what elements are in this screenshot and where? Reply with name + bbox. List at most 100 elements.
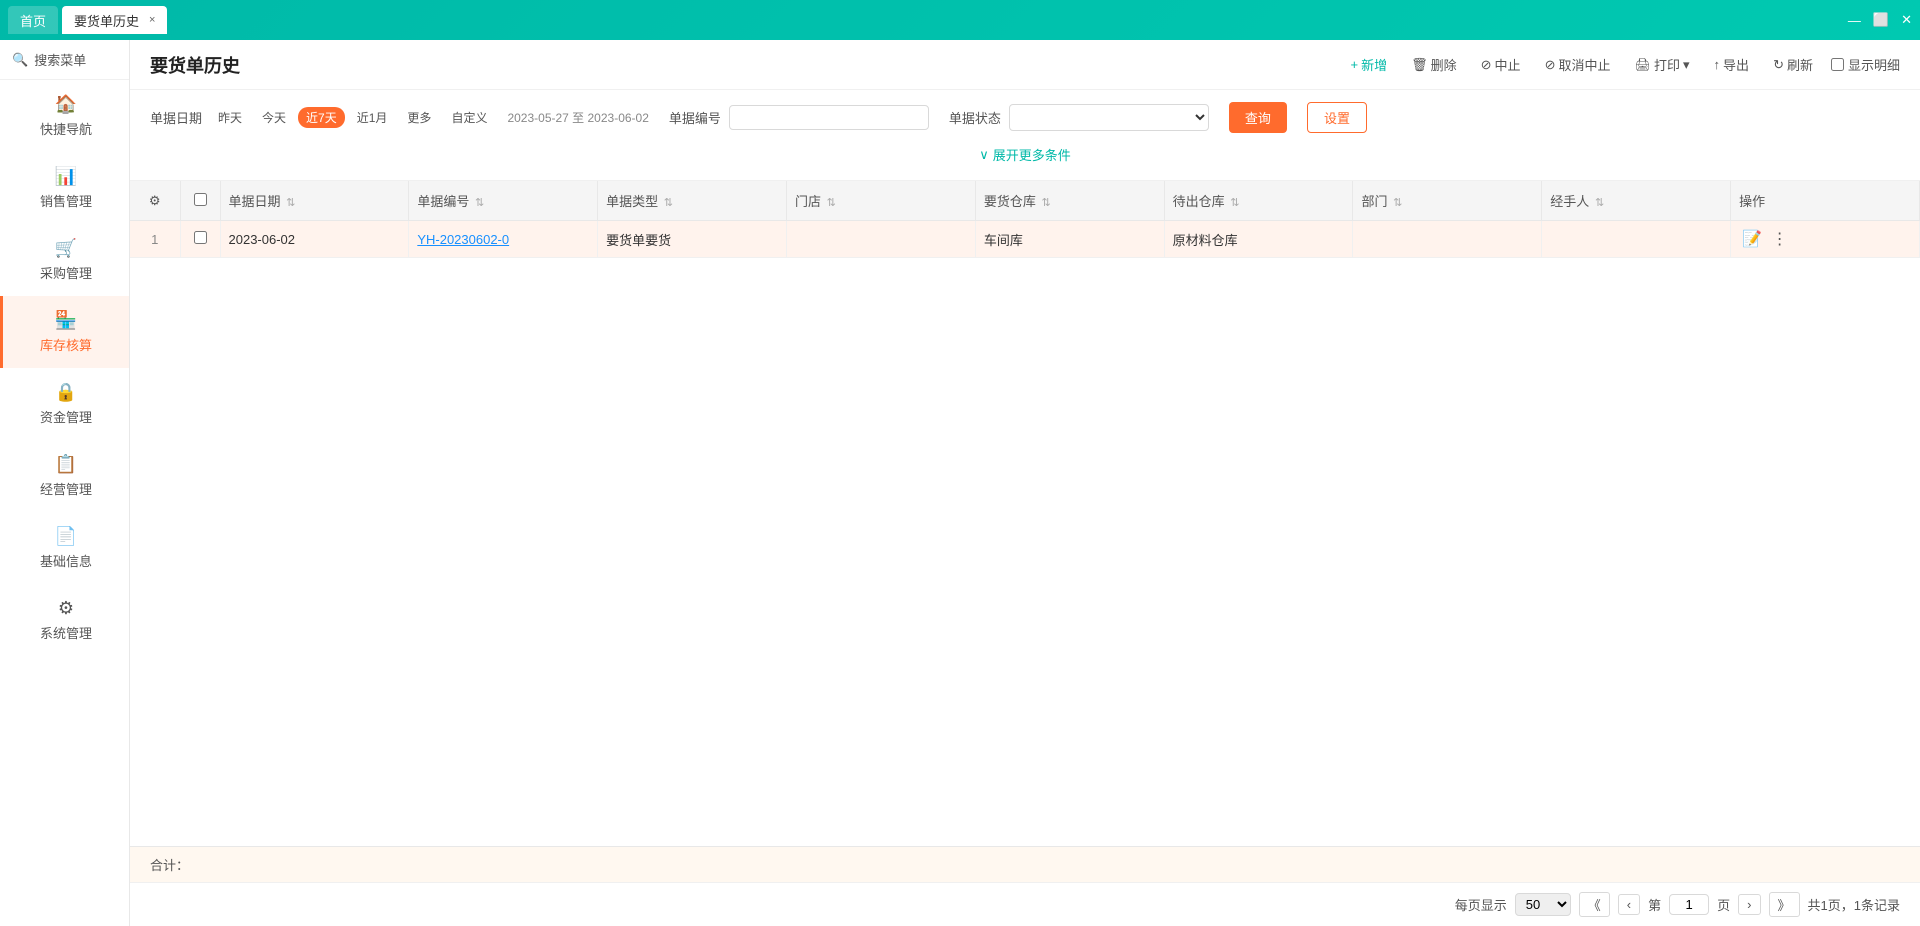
next-page-button[interactable]: › (1738, 894, 1760, 915)
date-btn-1month[interactable]: 近1月 (349, 107, 396, 128)
row-more-icon[interactable]: ⋮ (1772, 231, 1788, 248)
tab-home[interactable]: 首页 (8, 6, 58, 34)
row-pending-warehouse: 原材料仓库 (1164, 221, 1353, 258)
th-settings[interactable]: ⚙ (130, 181, 180, 221)
th-number[interactable]: 单据编号 ⇅ (409, 181, 598, 221)
minimize-icon[interactable]: — (1848, 13, 1861, 28)
th-req-warehouse[interactable]: 要货仓库 ⇅ (975, 181, 1164, 221)
row-edit-icon[interactable]: 📝 (1742, 231, 1762, 248)
expand-more-btn[interactable]: ∨ 展开更多条件 (150, 141, 1900, 168)
row-handler (1542, 221, 1731, 258)
sidebar-item-quick-nav-label: 快捷导航 (40, 119, 92, 138)
th-handler-label: 经手人 (1550, 194, 1589, 209)
main-layout: 🔍 搜索菜单 🏠 快捷导航 📊 销售管理 🛒 采购管理 🏪 库存核算 🔒 资金管… (0, 40, 1920, 926)
row-checkbox (180, 221, 220, 258)
th-type[interactable]: 单据类型 ⇅ (598, 181, 787, 221)
pagination: 每页显示 10 20 50 100 《 ‹ 第 页 › 》 共1页，1条记录 (130, 882, 1920, 926)
maximize-icon[interactable]: ⬜ (1873, 12, 1889, 28)
stop-label: 中止 (1495, 55, 1521, 74)
export-label: 导出 (1723, 55, 1749, 74)
date-btn-custom[interactable]: 自定义 (443, 107, 495, 128)
page-size-select[interactable]: 10 20 50 100 (1515, 893, 1571, 916)
display-detail-checkbox[interactable] (1831, 58, 1844, 71)
tab-close-icon[interactable]: × (149, 14, 155, 26)
sort-store-icon: ⇅ (827, 197, 836, 209)
filter-area: 单据日期 昨天 今天 近7天 近1月 更多 自定义 2023-05-27 至 2… (130, 90, 1920, 181)
new-button[interactable]: + 新增 (1345, 51, 1394, 78)
doc-icon: 📄 (55, 526, 77, 547)
sort-handler-icon: ⇅ (1595, 197, 1604, 209)
display-detail-toggle[interactable]: 显示明细 (1831, 55, 1900, 74)
cancel-stop-button[interactable]: ⊘ 取消中止 (1539, 51, 1617, 78)
prev-page-button[interactable]: ‹ (1618, 894, 1640, 915)
sort-department-icon: ⇅ (1393, 197, 1402, 209)
total-info: 共1页，1条记录 (1808, 895, 1900, 914)
settings-button[interactable]: 设置 (1307, 102, 1367, 133)
th-department-label: 部门 (1361, 194, 1387, 209)
first-page-button[interactable]: 《 (1579, 892, 1610, 917)
close-icon[interactable]: ✕ (1901, 12, 1912, 28)
print-button[interactable]: 🖨 打印 ▾ (1628, 51, 1695, 78)
delete-button[interactable]: 🗑 删除 (1405, 51, 1463, 78)
th-handler[interactable]: 经手人 ⇅ (1542, 181, 1731, 221)
date-options: 昨天 今天 近7天 近1月 更多 自定义 (210, 107, 495, 128)
doc-number-label: 单据编号 (669, 108, 721, 127)
th-store[interactable]: 门店 ⇅ (786, 181, 975, 221)
refresh-button[interactable]: ↻ 刷新 (1767, 51, 1819, 78)
doc-status-select[interactable] (1009, 104, 1209, 131)
doc-status-filter-group: 单据状态 (949, 104, 1209, 131)
sidebar-item-purchase-label: 采购管理 (40, 263, 92, 282)
last-page-button[interactable]: 》 (1769, 892, 1800, 917)
export-button[interactable]: ↑ 导出 (1708, 51, 1756, 78)
print-icon: 🖨 (1634, 57, 1651, 73)
delete-icon: 🗑 (1411, 57, 1428, 73)
window-controls: — ⬜ ✕ (1848, 12, 1912, 28)
sort-pending-warehouse-icon: ⇅ (1230, 197, 1239, 209)
display-detail-label: 显示明细 (1848, 55, 1900, 74)
row-number-link[interactable]: YH-20230602-0 (417, 232, 509, 247)
sidebar-item-quick-nav[interactable]: 🏠 快捷导航 (0, 80, 129, 152)
sidebar-item-finance-label: 资金管理 (40, 407, 92, 426)
date-btn-yesterday[interactable]: 昨天 (210, 107, 250, 128)
select-all-checkbox[interactable] (194, 193, 207, 206)
sidebar-item-operations-label: 经营管理 (40, 479, 92, 498)
tab-requisition-history[interactable]: 要货单历史 × (62, 6, 167, 34)
cancel-stop-icon: ⊘ (1545, 57, 1556, 73)
page-title: 要货单历史 (150, 52, 1345, 78)
table-header-row: ⚙ 单据日期 ⇅ 单据编号 ⇅ (130, 181, 1920, 221)
home-icon: 🏠 (55, 94, 77, 115)
page-size-label: 每页显示 (1455, 895, 1507, 914)
query-button[interactable]: 查询 (1229, 102, 1287, 133)
th-number-label: 单据编号 (417, 194, 469, 209)
expand-more-label: 展开更多条件 (993, 145, 1071, 164)
content-area: 要货单历史 + 新增 🗑 删除 ⊘ 中止 ⊘ 取消中止 (130, 40, 1920, 926)
sidebar-item-sales[interactable]: 📊 销售管理 (0, 152, 129, 224)
doc-number-input[interactable] (729, 105, 929, 130)
sidebar-item-inventory[interactable]: 🏪 库存核算 (0, 296, 129, 368)
sidebar-item-purchase[interactable]: 🛒 采购管理 (0, 224, 129, 296)
table-container: ⚙ 单据日期 ⇅ 单据编号 ⇅ (130, 181, 1920, 846)
date-btn-today[interactable]: 今天 (254, 107, 294, 128)
cancel-stop-label: 取消中止 (1558, 55, 1610, 74)
page-label: 页 (1717, 895, 1730, 914)
sidebar-search-label: 搜索菜单 (34, 50, 86, 69)
date-btn-7days[interactable]: 近7天 (298, 107, 345, 128)
clipboard-icon: 📋 (55, 454, 77, 475)
sidebar-item-operations[interactable]: 📋 经营管理 (0, 440, 129, 512)
sidebar-item-system[interactable]: ⚙ 系统管理 (0, 584, 129, 656)
row-select-checkbox[interactable] (194, 231, 207, 244)
th-department[interactable]: 部门 ⇅ (1353, 181, 1542, 221)
stop-button[interactable]: ⊘ 中止 (1475, 51, 1527, 78)
sidebar-item-finance[interactable]: 🔒 资金管理 (0, 368, 129, 440)
print-label: 打印 (1654, 55, 1680, 74)
chart-icon: 📊 (55, 166, 77, 187)
sidebar-item-base-info[interactable]: 📄 基础信息 (0, 512, 129, 584)
table-row: 1 2023-06-02 YH-20230602-0 要货单要货 车间库 原材料… (130, 221, 1920, 258)
th-pending-warehouse[interactable]: 待出仓库 ⇅ (1164, 181, 1353, 221)
sidebar-item-system-label: 系统管理 (40, 623, 92, 642)
th-date[interactable]: 单据日期 ⇅ (220, 181, 409, 221)
sidebar-search[interactable]: 🔍 搜索菜单 (0, 40, 129, 80)
filter-row-1: 单据日期 昨天 今天 近7天 近1月 更多 自定义 2023-05-27 至 2… (150, 102, 1900, 133)
page-input[interactable] (1669, 894, 1709, 915)
date-btn-more[interactable]: 更多 (399, 107, 439, 128)
